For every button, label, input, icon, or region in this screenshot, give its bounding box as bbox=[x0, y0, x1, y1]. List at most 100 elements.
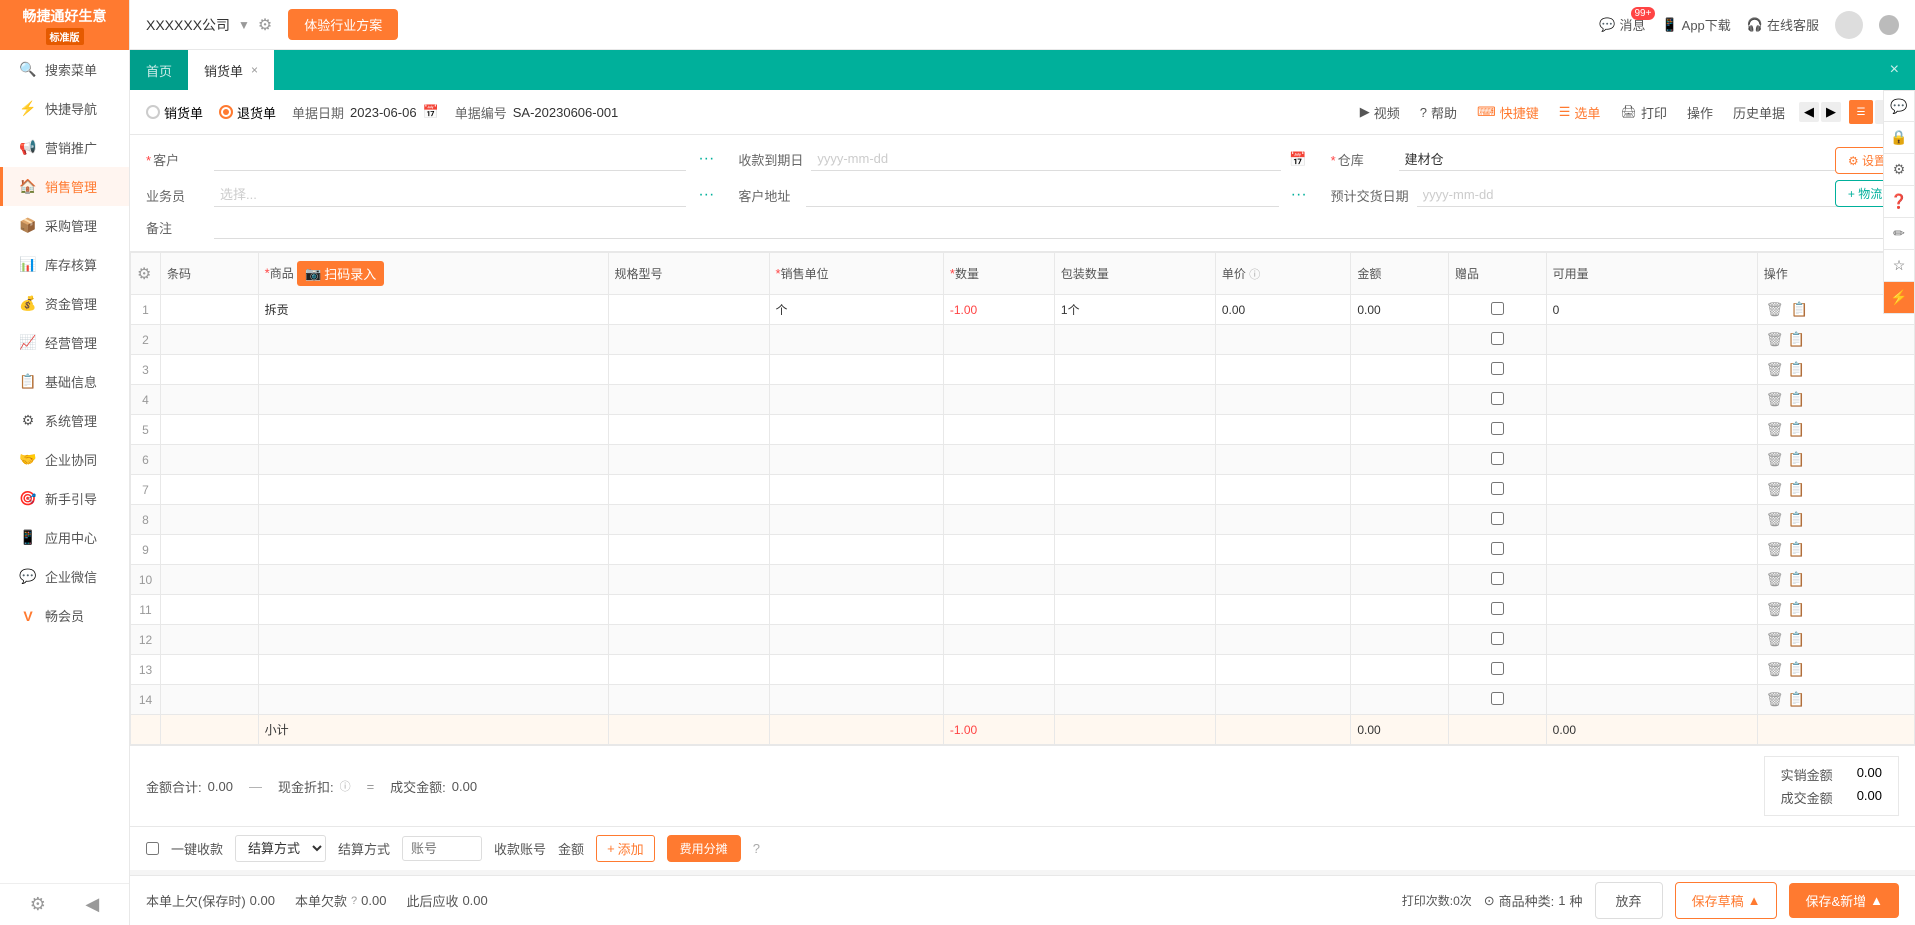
select-btn[interactable]: ☰ 选单 bbox=[1553, 101, 1607, 124]
right-btn-6[interactable]: ☆ bbox=[1883, 250, 1915, 282]
delete-icon[interactable]: 🗑 bbox=[1766, 631, 1784, 647]
copy-icon[interactable]: 📋 bbox=[1788, 361, 1805, 377]
expected-date-input[interactable] bbox=[1417, 183, 1874, 207]
copy-icon[interactable]: 📋 bbox=[1788, 421, 1805, 437]
collapse-icon[interactable]: ◀ bbox=[85, 894, 99, 915]
note-input[interactable] bbox=[214, 215, 1899, 239]
right-btn-3[interactable]: ⚙ bbox=[1883, 154, 1915, 186]
sidebar-item-purchase[interactable]: 📦 采购管理 bbox=[0, 206, 129, 245]
delete-icon[interactable]: 🗑 bbox=[1766, 691, 1784, 707]
sidebar-item-inventory[interactable]: 📊 库存核算 bbox=[0, 245, 129, 284]
radio-sales[interactable]: 销货单 bbox=[146, 103, 203, 122]
sidebar-item-system[interactable]: ⚙ 系统管理 bbox=[0, 401, 129, 440]
copy-icon[interactable]: 📋 bbox=[1791, 301, 1808, 317]
next-arrow[interactable]: ▶ bbox=[1821, 102, 1841, 122]
company-selector[interactable]: XXXXXX公司 ▼ bbox=[146, 15, 250, 35]
delete-icon[interactable]: 🗑 bbox=[1766, 511, 1784, 527]
scan-btn[interactable]: 📷 扫码录入 bbox=[297, 261, 384, 286]
save-draft-button[interactable]: 保存草稿 ▲ bbox=[1675, 882, 1778, 919]
customer-more-icon[interactable]: ··· bbox=[698, 150, 714, 168]
price-info-icon[interactable]: ⓘ bbox=[1249, 269, 1260, 281]
sidebar-item-collab[interactable]: 🤝 企业协同 bbox=[0, 440, 129, 479]
operate-btn[interactable]: 操作 bbox=[1681, 101, 1719, 124]
customer-input[interactable] bbox=[214, 147, 686, 171]
sidebar-item-marketing[interactable]: 📢 营销推广 bbox=[0, 128, 129, 167]
delete-icon[interactable]: 🗑 bbox=[1766, 301, 1784, 317]
expense-split-btn[interactable]: 费用分摊 bbox=[667, 835, 741, 862]
cell-gift[interactable] bbox=[1449, 295, 1547, 325]
copy-icon[interactable]: 📋 bbox=[1788, 451, 1805, 467]
sidebar-item-operation[interactable]: 📈 经营管理 bbox=[0, 323, 129, 362]
delete-icon[interactable]: 🗑 bbox=[1766, 451, 1784, 467]
table-settings-icon[interactable]: ⚙ bbox=[137, 266, 151, 283]
settings-bottom-icon[interactable]: ⚙ bbox=[30, 894, 46, 915]
delete-icon[interactable]: 🗑 bbox=[1766, 571, 1784, 587]
cell-spec[interactable] bbox=[608, 295, 769, 325]
sidebar-item-guide[interactable]: 🎯 新手引导 bbox=[0, 479, 129, 518]
right-btn-2[interactable]: 🔒 bbox=[1883, 122, 1915, 154]
history-btn[interactable]: 历史单据 bbox=[1727, 101, 1791, 124]
add-payment-btn[interactable]: + 添加 bbox=[596, 835, 655, 862]
settings-icon[interactable]: ⚙ bbox=[258, 15, 272, 35]
address-input[interactable] bbox=[806, 183, 1278, 207]
cell-barcode[interactable] bbox=[161, 295, 259, 325]
radio-return[interactable]: 退货单 bbox=[219, 103, 276, 122]
delete-icon[interactable]: 🗑 bbox=[1766, 661, 1784, 677]
tab-sales-order[interactable]: 销货单 × bbox=[188, 50, 274, 90]
copy-icon[interactable]: 📋 bbox=[1788, 511, 1805, 527]
avatar-extra[interactable] bbox=[1879, 15, 1899, 35]
online-service-btn[interactable]: 🎧 在线客服 bbox=[1747, 15, 1819, 34]
right-btn-7[interactable]: ⚡ bbox=[1883, 282, 1915, 314]
save-new-button[interactable]: 保存&新增 ▲ bbox=[1789, 883, 1899, 918]
account-input[interactable] bbox=[402, 836, 482, 861]
chevron-up-icon-2[interactable]: ▲ bbox=[1870, 893, 1883, 908]
sidebar-item-finance[interactable]: 💰 资金管理 bbox=[0, 284, 129, 323]
cell-qty[interactable]: -1.00 bbox=[943, 295, 1054, 325]
delete-icon[interactable]: 🗑 bbox=[1766, 391, 1784, 407]
gift-checkbox[interactable] bbox=[1491, 302, 1504, 315]
copy-icon[interactable]: 📋 bbox=[1788, 571, 1805, 587]
calendar-icon[interactable]: 📅 bbox=[423, 104, 439, 120]
prev-arrow[interactable]: ◀ bbox=[1799, 102, 1819, 122]
tab-close-icon[interactable]: × bbox=[251, 63, 258, 77]
right-btn-4[interactable]: ❓ bbox=[1883, 186, 1915, 218]
due-date-input[interactable] bbox=[811, 147, 1281, 171]
delete-icon[interactable]: 🗑 bbox=[1766, 331, 1784, 347]
shortcut-btn[interactable]: ⌨ 快捷键 bbox=[1471, 101, 1545, 124]
salesperson-more-icon[interactable]: ··· bbox=[698, 186, 714, 204]
discount-info-icon[interactable]: ⓘ bbox=[340, 778, 351, 794]
warehouse-input[interactable] bbox=[1399, 147, 1871, 171]
avatar[interactable] bbox=[1835, 11, 1863, 39]
total-debt-help-icon[interactable]: ? bbox=[351, 895, 357, 907]
copy-icon[interactable]: 📋 bbox=[1788, 631, 1805, 647]
due-date-calendar-icon[interactable]: 📅 bbox=[1289, 151, 1306, 168]
trial-button[interactable]: 体验行业方案 bbox=[288, 9, 398, 40]
delete-icon[interactable]: 🗑 bbox=[1766, 601, 1784, 617]
cell-product[interactable]: 拆贡 bbox=[258, 295, 608, 325]
cell-available[interactable]: 0 bbox=[1546, 295, 1757, 325]
cell-unit[interactable]: 个 bbox=[769, 295, 943, 325]
app-download-btn[interactable]: 📱 App下载 bbox=[1661, 15, 1730, 34]
copy-icon[interactable]: 📋 bbox=[1788, 661, 1805, 677]
sidebar-item-sales[interactable]: 🏠 销售管理 bbox=[0, 167, 129, 206]
tab-home[interactable]: 首页 bbox=[130, 50, 188, 90]
cell-price[interactable]: 0.00 bbox=[1215, 295, 1350, 325]
one-click-pay-checkbox[interactable] bbox=[146, 842, 159, 855]
copy-icon[interactable]: 📋 bbox=[1788, 541, 1805, 557]
copy-icon[interactable]: 📋 bbox=[1788, 601, 1805, 617]
cell-pack-qty[interactable]: 1个 bbox=[1054, 295, 1215, 325]
delete-icon[interactable]: 🗑 bbox=[1766, 541, 1784, 557]
sidebar-item-member[interactable]: V 畅会员 bbox=[0, 596, 129, 635]
copy-icon[interactable]: 📋 bbox=[1788, 481, 1805, 497]
window-close-icon[interactable]: × bbox=[1890, 61, 1899, 79]
payment-method-select[interactable]: 结算方式 bbox=[235, 835, 326, 862]
salesperson-input[interactable] bbox=[214, 183, 686, 207]
cell-amount[interactable]: 0.00 bbox=[1351, 295, 1449, 325]
message-btn[interactable]: 💬 消息 99+ bbox=[1599, 15, 1645, 34]
print-btn[interactable]: 🖨 打印 bbox=[1614, 101, 1673, 124]
delete-icon[interactable]: 🗑 bbox=[1766, 481, 1784, 497]
sidebar-item-wechat[interactable]: 💬 企业微信 bbox=[0, 557, 129, 596]
chevron-up-icon[interactable]: ▲ bbox=[1748, 893, 1761, 908]
delete-icon[interactable]: 🗑 bbox=[1766, 421, 1784, 437]
copy-icon[interactable]: 📋 bbox=[1788, 331, 1805, 347]
